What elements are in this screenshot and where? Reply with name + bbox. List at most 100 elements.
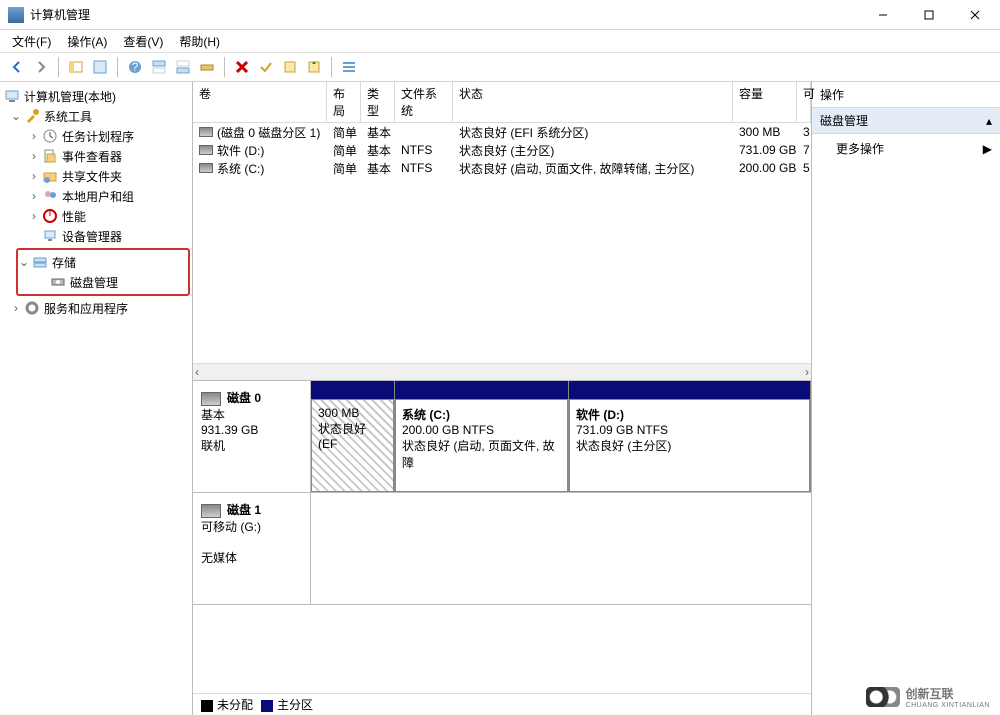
tree-label: 共享文件夹: [62, 168, 122, 185]
minimize-button[interactable]: [860, 0, 906, 30]
col-free[interactable]: 可: [797, 82, 811, 122]
horizontal-scrollbar[interactable]: ‹›: [193, 363, 811, 380]
tree-item-task-scheduler[interactable]: › 任务计划程序: [0, 126, 192, 146]
vol-free: 7: [797, 143, 811, 157]
chevron-right-icon[interactable]: ›: [28, 189, 40, 203]
tree-label: 设备管理器: [62, 228, 122, 245]
volume-row[interactable]: 软件 (D:) 简单 基本 NTFS 状态良好 (主分区) 731.09 GB …: [193, 141, 811, 159]
refresh-icon[interactable]: [279, 56, 301, 78]
vol-fs: NTFS: [395, 161, 453, 175]
volume-icon: [199, 145, 213, 155]
settings-button[interactable]: [196, 56, 218, 78]
vol-type: 基本: [361, 124, 395, 141]
vol-layout: 简单: [327, 160, 361, 177]
center-panel: 卷 布局 类型 文件系统 状态 容量 可 (磁盘 0 磁盘分区 1) 简单 基本…: [193, 82, 812, 715]
volume-table: (磁盘 0 磁盘分区 1) 简单 基本 状态良好 (EFI 系统分区) 300 …: [193, 123, 811, 363]
vol-fs: NTFS: [395, 143, 453, 157]
tree-label: 磁盘管理: [70, 274, 118, 291]
forward-button[interactable]: [30, 56, 52, 78]
performance-icon: [42, 208, 58, 224]
delete-icon[interactable]: [231, 56, 253, 78]
col-fs[interactable]: 文件系统: [395, 82, 453, 122]
volume-row[interactable]: (磁盘 0 磁盘分区 1) 简单 基本 状态良好 (EFI 系统分区) 300 …: [193, 123, 811, 141]
toolbar-sep: [58, 57, 59, 77]
help-button[interactable]: ?: [124, 56, 146, 78]
watermark-sub: CHUANG XINTIANLIAN: [906, 702, 990, 709]
chevron-down-icon[interactable]: ⌄: [18, 255, 30, 269]
menu-help[interactable]: 帮助(H): [173, 31, 226, 52]
tree-item-system-tools[interactable]: ⌄ 系统工具: [0, 106, 192, 126]
vol-name: 系统 (C:): [217, 162, 264, 176]
close-button[interactable]: [952, 0, 998, 30]
rescan-icon[interactable]: [303, 56, 325, 78]
services-icon: [24, 300, 40, 316]
action-more[interactable]: 更多操作 ▶: [812, 134, 1000, 163]
view-top-button[interactable]: [148, 56, 170, 78]
shared-folder-icon: [42, 168, 58, 184]
back-button[interactable]: [6, 56, 28, 78]
actions-header: 操作: [812, 82, 1000, 108]
actions-section[interactable]: 磁盘管理 ▴: [812, 108, 1000, 134]
actions-section-label: 磁盘管理: [820, 112, 868, 129]
properties-button[interactable]: [89, 56, 111, 78]
partition-c[interactable]: 系统 (C:) 200.00 GB NTFS 状态良好 (启动, 页面文件, 故…: [395, 381, 569, 492]
partition-d[interactable]: 软件 (D:) 731.09 GB NTFS 状态良好 (主分区): [569, 381, 811, 492]
tree-label: 任务计划程序: [62, 128, 134, 145]
chevron-right-icon[interactable]: ›: [28, 209, 40, 223]
tree-item-shared-folders[interactable]: › 共享文件夹: [0, 166, 192, 186]
navigation-tree: 计算机管理(本地) ⌄ 系统工具 › 任务计划程序 › 事件查看器 › 共享文件…: [0, 82, 193, 715]
part-status: 状态良好 (启动, 页面文件, 故障: [402, 437, 561, 471]
legend-swatch-primary: [261, 700, 273, 712]
maximize-button[interactable]: [906, 0, 952, 30]
collapse-icon[interactable]: ▴: [986, 114, 992, 128]
disk-row[interactable]: 磁盘 1 可移动 (G:) 无媒体: [193, 493, 811, 605]
svg-text:?: ?: [132, 60, 139, 74]
tree-item-local-users[interactable]: › 本地用户和组: [0, 186, 192, 206]
show-hide-tree-button[interactable]: [65, 56, 87, 78]
tree-item-device-manager[interactable]: 设备管理器: [0, 226, 192, 246]
vol-status: 状态良好 (主分区): [453, 142, 733, 159]
col-layout[interactable]: 布局: [327, 82, 361, 122]
partition-strip: 300 MB 状态良好 (EF 系统 (C:) 200.00 GB NTFS 状…: [311, 381, 811, 492]
volume-row[interactable]: 系统 (C:) 简单 基本 NTFS 状态良好 (启动, 页面文件, 故障转储,…: [193, 159, 811, 177]
menu-view[interactable]: 查看(V): [117, 31, 169, 52]
chevron-right-icon[interactable]: ›: [10, 301, 22, 315]
view-bottom-button[interactable]: [172, 56, 194, 78]
col-volume[interactable]: 卷: [193, 82, 327, 122]
chevron-right-icon[interactable]: ›: [28, 129, 40, 143]
tree-item-storage[interactable]: ⌄ 存储: [18, 252, 188, 272]
tree-root[interactable]: 计算机管理(本地): [0, 86, 192, 106]
disk-type: 可移动 (G:): [201, 518, 302, 535]
list-icon[interactable]: [338, 56, 360, 78]
vol-name: (磁盘 0 磁盘分区 1): [217, 126, 320, 140]
menu-action[interactable]: 操作(A): [61, 31, 113, 52]
tree-item-event-viewer[interactable]: › 事件查看器: [0, 146, 192, 166]
col-type[interactable]: 类型: [361, 82, 395, 122]
part-size: 731.09 GB NTFS: [576, 423, 803, 437]
chevron-right-icon[interactable]: ›: [28, 149, 40, 163]
disk-row[interactable]: 磁盘 0 基本 931.39 GB 联机 300 MB 状态良好 (EF: [193, 381, 811, 493]
part-size: 300 MB: [318, 406, 387, 420]
part-status: 状态良好 (主分区): [576, 437, 803, 454]
part-title: 系统 (C:): [402, 406, 561, 423]
vol-type: 基本: [361, 160, 395, 177]
volume-icon: [199, 127, 213, 137]
vol-layout: 简单: [327, 124, 361, 141]
disk-status: 联机: [201, 437, 302, 454]
tree-label: 系统工具: [44, 108, 92, 125]
disk-icon: [201, 392, 221, 406]
col-status[interactable]: 状态: [453, 82, 733, 122]
toolbar-sep: [117, 57, 118, 77]
tree-item-disk-management[interactable]: 磁盘管理: [18, 272, 188, 292]
tree-item-services[interactable]: › 服务和应用程序: [0, 298, 192, 318]
tree-item-performance[interactable]: › 性能: [0, 206, 192, 226]
col-capacity[interactable]: 容量: [733, 82, 797, 122]
chevron-right-icon[interactable]: ›: [28, 169, 40, 183]
chevron-right-icon: ▶: [983, 142, 992, 156]
check-icon[interactable]: [255, 56, 277, 78]
menu-file[interactable]: 文件(F): [6, 31, 57, 52]
chevron-down-icon[interactable]: ⌄: [10, 109, 22, 123]
vol-cap: 731.09 GB: [733, 143, 797, 157]
partition-efi[interactable]: 300 MB 状态良好 (EF: [311, 381, 395, 492]
vol-layout: 简单: [327, 142, 361, 159]
